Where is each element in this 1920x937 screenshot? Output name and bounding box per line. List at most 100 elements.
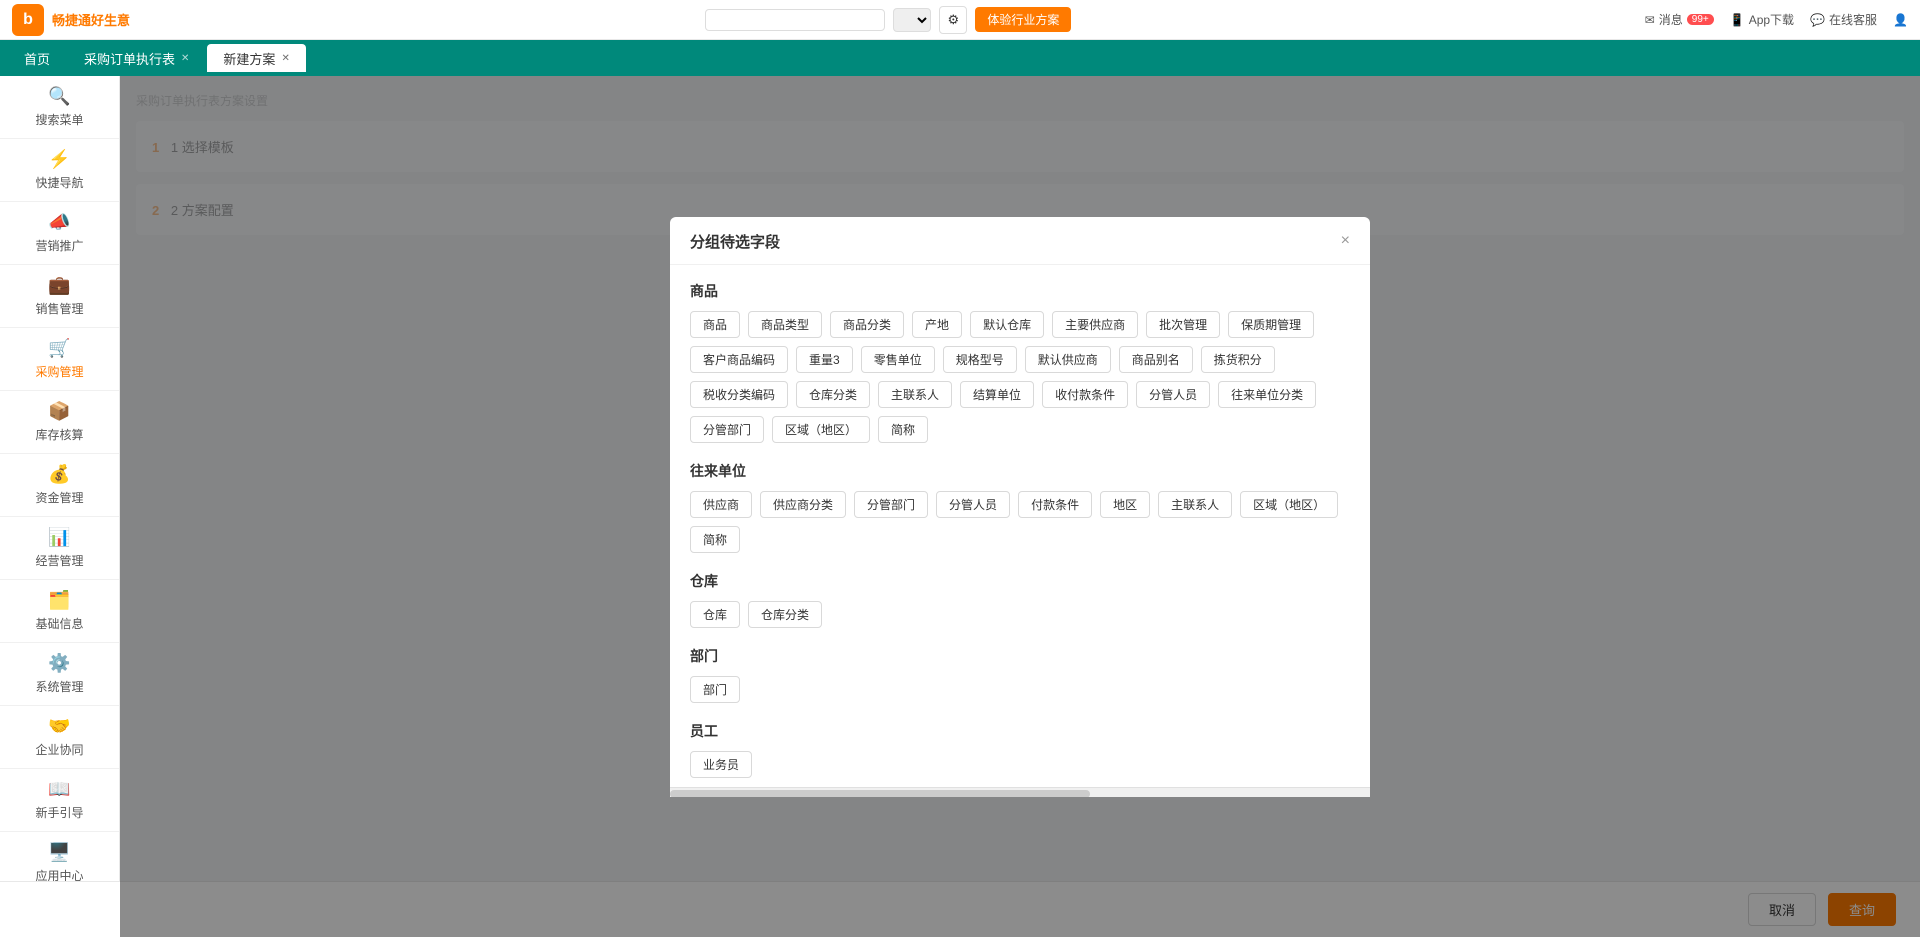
field-tag[interactable]: 零售单位 bbox=[861, 346, 935, 373]
modal-overlay: 分组待选字段 × 商品 商品 商品类型 商品分类 产地 默认仓库 主要供应商 bbox=[120, 76, 1920, 937]
sidebar-item-finance[interactable]: 💰 资金管理 bbox=[0, 454, 119, 517]
sidebar-item-guide-label: 新手引导 bbox=[35, 804, 83, 821]
apps-icon: 🖥️ bbox=[48, 842, 70, 863]
message-badge: 99+ bbox=[1687, 14, 1714, 25]
app-download-button[interactable]: 📱 App下载 bbox=[1730, 11, 1794, 28]
shortcut-icon: ⚡ bbox=[48, 149, 70, 170]
field-tag[interactable]: 商品别名 bbox=[1119, 346, 1193, 373]
message-button[interactable]: ✉ 消息 99+ bbox=[1645, 11, 1714, 28]
sales-icon: 💼 bbox=[48, 275, 70, 296]
tab-new-plan-close[interactable]: ✕ bbox=[281, 53, 289, 64]
field-tag[interactable]: 仓库分类 bbox=[748, 601, 822, 628]
field-tag[interactable]: 主联系人 bbox=[878, 381, 952, 408]
purchase-icon: 🛒 bbox=[48, 338, 70, 359]
sidebar-item-guide[interactable]: 📖 新手引导 bbox=[0, 769, 119, 832]
header-right: ✉ 消息 99+ 📱 App下载 💬 在线客服 👤 bbox=[1645, 11, 1908, 28]
section-employee-title: 员工 bbox=[690, 721, 1350, 741]
tab-bar: 首页 采购订单执行表 ✕ 新建方案 ✕ bbox=[0, 40, 1920, 76]
field-tag[interactable]: 默认供应商 bbox=[1025, 346, 1111, 373]
field-tag[interactable]: 地区 bbox=[1100, 491, 1150, 518]
marketing-icon: 📣 bbox=[48, 212, 70, 233]
search-icon: 🔍 bbox=[48, 86, 70, 107]
field-tag[interactable]: 重量3 bbox=[796, 346, 853, 373]
field-tag[interactable]: 主联系人 bbox=[1158, 491, 1232, 518]
sidebar-item-shortcuts[interactable]: ⚡ 快捷导航 bbox=[0, 139, 119, 202]
modal-close-button[interactable]: × bbox=[1341, 232, 1350, 250]
field-tag[interactable]: 分管人员 bbox=[1136, 381, 1210, 408]
field-tag[interactable]: 规格型号 bbox=[943, 346, 1017, 373]
sidebar-item-operations[interactable]: 📊 经营管理 bbox=[0, 517, 119, 580]
modal-body: 商品 商品 商品类型 商品分类 产地 默认仓库 主要供应商 批次管理 保质期管理… bbox=[670, 265, 1370, 788]
field-tag[interactable]: 仓库 bbox=[690, 601, 740, 628]
field-tag[interactable]: 供应商分类 bbox=[760, 491, 846, 518]
section-department-tags: 部门 bbox=[690, 676, 1350, 703]
field-tag[interactable]: 批次管理 bbox=[1146, 311, 1220, 338]
field-tag[interactable]: 部门 bbox=[690, 676, 740, 703]
sidebar-item-marketing-label: 营销推广 bbox=[35, 237, 83, 254]
field-tag[interactable]: 商品类型 bbox=[748, 311, 822, 338]
sidebar-item-inventory[interactable]: 📦 库存核算 bbox=[0, 391, 119, 454]
sidebar-item-purchase[interactable]: 🛒 采购管理 bbox=[0, 328, 119, 391]
avatar-icon: 👤 bbox=[1893, 13, 1908, 27]
field-tag[interactable]: 主要供应商 bbox=[1052, 311, 1138, 338]
tab-new-plan[interactable]: 新建方案 ✕ bbox=[207, 44, 305, 72]
field-tag[interactable]: 商品 bbox=[690, 311, 740, 338]
experience-button[interactable]: 体验行业方案 bbox=[975, 7, 1071, 32]
main-content: 采购订单执行表方案设置 1 1 选择模板 2 2 方案配置 分组待选字段 × bbox=[120, 76, 1920, 937]
sidebar-item-system[interactable]: ⚙️ 系统管理 bbox=[0, 643, 119, 706]
field-tag[interactable]: 客户商品编码 bbox=[690, 346, 788, 373]
modal-hscrollbar-thumb bbox=[670, 790, 1090, 796]
user-avatar[interactable]: 👤 bbox=[1893, 13, 1908, 27]
sidebar-item-basics[interactable]: 🗂️ 基础信息 bbox=[0, 580, 119, 643]
tab-purchase-order-label: 采购订单执行表 bbox=[84, 49, 175, 68]
field-tag[interactable]: 保质期管理 bbox=[1228, 311, 1314, 338]
modal-title: 分组待选字段 bbox=[690, 231, 780, 252]
field-tag[interactable]: 区域（地区） bbox=[772, 416, 870, 443]
sidebar-item-marketing[interactable]: 📣 营销推广 bbox=[0, 202, 119, 265]
logo-text: 畅捷通好生意 bbox=[52, 10, 130, 29]
basics-icon: 🗂️ bbox=[48, 590, 70, 611]
field-tag[interactable]: 结算单位 bbox=[960, 381, 1034, 408]
layout: 🔍 搜索菜单 ⚡ 快捷导航 📣 营销推广 💼 销售管理 🛒 采购管理 📦 库存核… bbox=[0, 76, 1920, 937]
field-tag[interactable]: 往来单位分类 bbox=[1218, 381, 1316, 408]
online-service-button[interactable]: 💬 在线客服 bbox=[1810, 11, 1877, 28]
field-tag[interactable]: 分管部门 bbox=[854, 491, 928, 518]
field-tag[interactable]: 收付款条件 bbox=[1042, 381, 1128, 408]
inventory-icon: 📦 bbox=[48, 401, 70, 422]
field-tag[interactable]: 简称 bbox=[690, 526, 740, 553]
header-dropdown[interactable] bbox=[893, 8, 931, 32]
field-tag[interactable]: 付款条件 bbox=[1018, 491, 1092, 518]
sidebar-item-finance-label: 资金管理 bbox=[35, 489, 83, 506]
field-tag[interactable]: 默认仓库 bbox=[970, 311, 1044, 338]
field-tag[interactable]: 业务员 bbox=[690, 751, 752, 778]
field-tag[interactable]: 分管人员 bbox=[936, 491, 1010, 518]
section-warehouse-title: 仓库 bbox=[690, 571, 1350, 591]
field-tag[interactable]: 简称 bbox=[878, 416, 928, 443]
sidebar-item-search[interactable]: 🔍 搜索菜单 bbox=[0, 76, 119, 139]
field-tag[interactable]: 仓库分类 bbox=[796, 381, 870, 408]
field-tag[interactable]: 供应商 bbox=[690, 491, 752, 518]
field-tag[interactable]: 拣货积分 bbox=[1201, 346, 1275, 373]
field-tag[interactable]: 税收分类编码 bbox=[690, 381, 788, 408]
sidebar-item-enterprise[interactable]: 🤝 企业协同 bbox=[0, 706, 119, 769]
sidebar-item-system-label: 系统管理 bbox=[35, 678, 83, 695]
section-partner: 往来单位 供应商 供应商分类 分管部门 分管人员 付款条件 地区 主联系人 区域… bbox=[690, 461, 1350, 553]
message-icon: ✉ bbox=[1645, 13, 1655, 27]
field-tag[interactable]: 商品分类 bbox=[830, 311, 904, 338]
tab-purchase-order-close[interactable]: ✕ bbox=[181, 53, 189, 64]
section-partner-title: 往来单位 bbox=[690, 461, 1350, 481]
field-tag[interactable]: 产地 bbox=[912, 311, 962, 338]
message-label: 消息 bbox=[1659, 11, 1683, 28]
section-employee: 员工 业务员 bbox=[690, 721, 1350, 778]
tab-purchase-order[interactable]: 采购订单执行表 ✕ bbox=[68, 44, 205, 72]
section-department: 部门 部门 bbox=[690, 646, 1350, 703]
field-tag[interactable]: 区域（地区） bbox=[1240, 491, 1338, 518]
field-tag[interactable]: 分管部门 bbox=[690, 416, 764, 443]
top-header: b 畅捷通好生意 ⚙ 体验行业方案 ✉ 消息 99+ 📱 App下载 💬 在线客… bbox=[0, 0, 1920, 40]
modal-hscrollbar[interactable] bbox=[670, 787, 1370, 796]
header-search-input[interactable] bbox=[705, 9, 885, 31]
sidebar-item-sales[interactable]: 💼 销售管理 bbox=[0, 265, 119, 328]
tab-home[interactable]: 首页 bbox=[8, 44, 66, 72]
gear-icon[interactable]: ⚙ bbox=[939, 6, 967, 34]
guide-icon: 📖 bbox=[48, 779, 70, 800]
